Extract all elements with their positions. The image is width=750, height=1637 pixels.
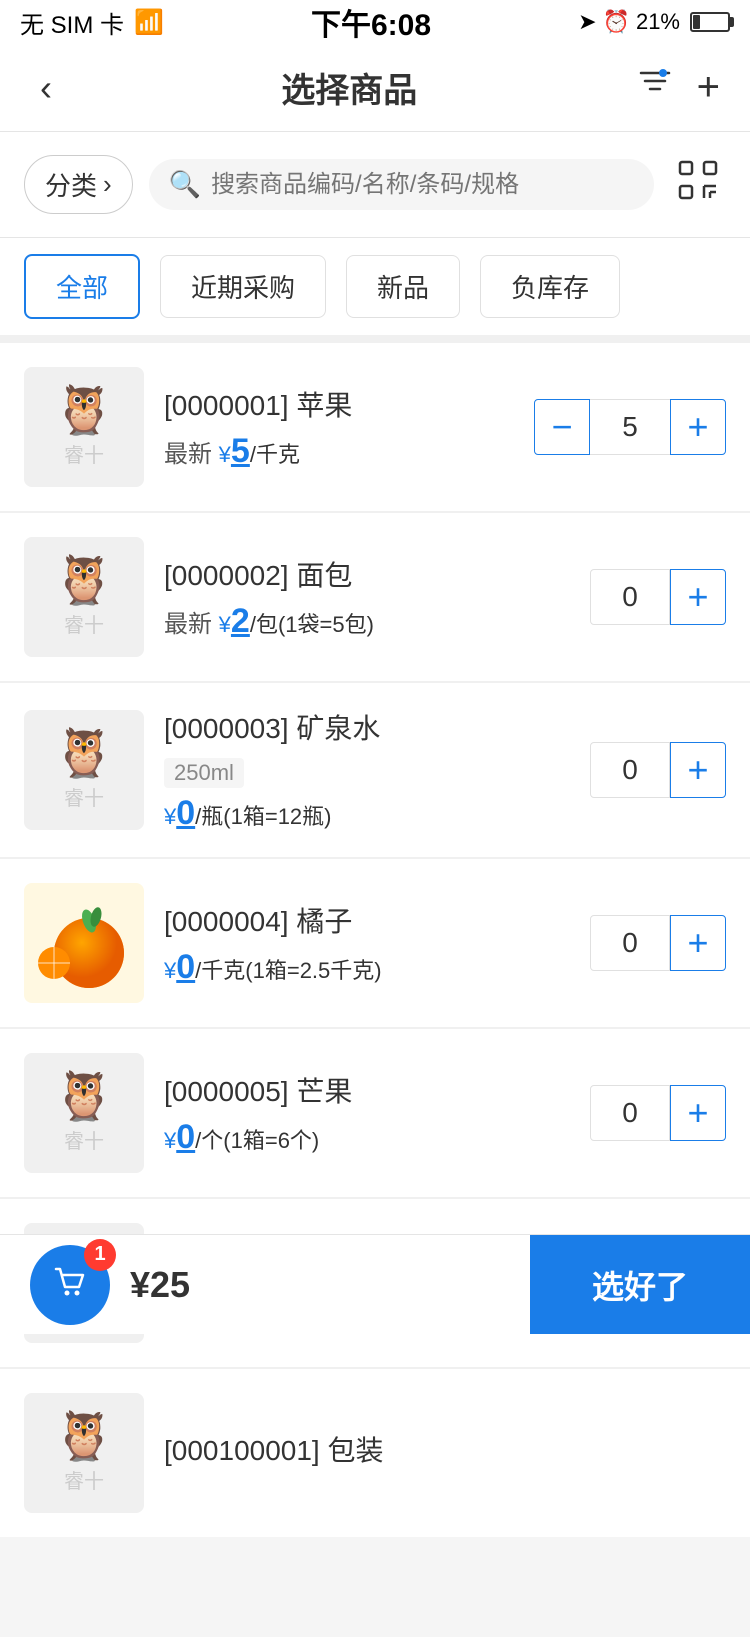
battery-icon: [690, 12, 730, 32]
list-item: 🦉 睿十 [0000001] 苹果 最新 ¥5/千克 − +: [0, 343, 750, 511]
search-input-wrap: 🔍: [149, 159, 654, 210]
status-left: 无 SIM 卡 📶: [20, 5, 164, 40]
quantity-control: 0 +: [590, 1085, 726, 1141]
quantity-display: 0: [590, 742, 670, 798]
product-name: [0000005] 芒果: [164, 1070, 570, 1110]
search-bar: 分类 › 🔍: [0, 132, 750, 238]
product-image: 🦉 睿十: [24, 710, 144, 830]
owl-icon: 🦉: [54, 1073, 114, 1121]
product-price: 最新 ¥5/千克: [164, 432, 514, 471]
cart-badge: 1: [84, 1239, 116, 1271]
product-name: [0000004] 橘子: [164, 900, 570, 940]
placeholder-logo: 🦉 睿十: [54, 730, 114, 811]
list-item: [0000004] 橘子 ¥0/千克(1箱=2.5千克) 0 +: [0, 859, 750, 1027]
owl-icon: 🦉: [54, 387, 114, 435]
product-info: [0000005] 芒果 ¥0/个(1箱=6个): [164, 1070, 570, 1157]
quantity-display: 0: [590, 1085, 670, 1141]
status-time: 下午6:08: [311, 0, 431, 44]
product-info: [0000004] 橘子 ¥0/千克(1箱=2.5千克): [164, 900, 570, 987]
owl-icon: 🦉: [54, 1413, 114, 1461]
quantity-control: 0 +: [590, 915, 726, 971]
owl-text: 睿十: [64, 609, 104, 638]
alarm-icon: ⏰: [603, 9, 630, 35]
owl-icon: 🦉: [54, 730, 114, 778]
product-name: [0000001] 苹果: [164, 384, 514, 424]
owl-text: 睿十: [64, 1125, 104, 1154]
quantity-minus-button[interactable]: −: [534, 399, 590, 455]
back-button[interactable]: ‹: [30, 57, 62, 119]
product-list: 🦉 睿十 [0000001] 苹果 最新 ¥5/千克 − + 🦉 睿十 [000…: [0, 343, 750, 1537]
status-right: ➤ ⏰ 21%: [578, 9, 730, 35]
quantity-control: 0 +: [590, 742, 726, 798]
quantity-control: 0 +: [590, 569, 726, 625]
tab-bar: 全部 近期采购 新品 负库存: [0, 238, 750, 343]
owl-text: 睿十: [64, 782, 104, 811]
quantity-plus-button[interactable]: +: [670, 915, 726, 971]
battery-text: 21%: [636, 9, 680, 35]
tab-recent[interactable]: 近期采购: [160, 255, 326, 318]
quantity-display: 0: [590, 915, 670, 971]
placeholder-logo: 🦉 睿十: [54, 557, 114, 638]
product-price: ¥0/千克(1箱=2.5千克): [164, 948, 570, 987]
carrier-text: 无 SIM 卡: [20, 5, 124, 40]
quantity-display: 0: [590, 569, 670, 625]
status-bar: 无 SIM 卡 📶 下午6:08 ➤ ⏰ 21%: [0, 0, 750, 44]
product-price: ¥0/个(1箱=6个): [164, 1118, 570, 1157]
confirm-button[interactable]: 选好了: [530, 1235, 750, 1334]
product-price: ¥0/瓶(1箱=12瓶): [164, 794, 570, 833]
page-title: 选择商品: [281, 63, 417, 112]
category-chevron: ›: [103, 169, 112, 200]
nav-bar: ‹ 选择商品 +: [0, 44, 750, 132]
tab-new[interactable]: 新品: [346, 255, 460, 318]
search-icon: 🔍: [169, 169, 201, 200]
quantity-plus-button[interactable]: +: [670, 1085, 726, 1141]
product-info: [000100001] 包装: [164, 1429, 726, 1477]
product-info: [0000001] 苹果 最新 ¥5/千克: [164, 384, 514, 471]
product-info: [0000002] 面包 最新 ¥2/包(1袋=5包): [164, 554, 570, 641]
quantity-plus-button[interactable]: +: [670, 742, 726, 798]
cart-total: ¥25: [130, 1264, 190, 1306]
owl-text: 睿十: [64, 439, 104, 468]
product-image: 🦉 睿十: [24, 1393, 144, 1513]
product-name: [0000002] 面包: [164, 554, 570, 594]
product-name: [0000003] 矿泉水: [164, 707, 570, 747]
category-label: 分类: [45, 166, 97, 203]
fruit-image: [34, 893, 134, 993]
search-input[interactable]: [211, 171, 634, 199]
wifi-icon: 📶: [134, 8, 164, 37]
scan-button[interactable]: [670, 152, 726, 217]
list-item: 🦉 睿十 [0000005] 芒果 ¥0/个(1箱=6个) 0 +: [0, 1029, 750, 1197]
quantity-control: − +: [534, 399, 726, 455]
product-image: 🦉 睿十: [24, 537, 144, 657]
quantity-plus-button[interactable]: +: [670, 569, 726, 625]
bottom-bar: 1 ¥25 选好了: [0, 1234, 750, 1334]
tab-all[interactable]: 全部: [24, 254, 140, 319]
location-icon: ➤: [578, 9, 596, 35]
quantity-input[interactable]: [590, 399, 670, 455]
tab-negative[interactable]: 负库存: [480, 255, 620, 318]
owl-icon: 🦉: [54, 557, 114, 605]
placeholder-logo: 🦉 睿十: [54, 387, 114, 468]
cart-icon: [50, 1261, 90, 1308]
product-price: 最新 ¥2/包(1袋=5包): [164, 602, 570, 641]
product-info: [0000003] 矿泉水 250ml ¥0/瓶(1箱=12瓶): [164, 707, 570, 833]
add-icon[interactable]: +: [697, 65, 720, 110]
product-image: [24, 883, 144, 1003]
product-name: [000100001] 包装: [164, 1429, 726, 1469]
list-item: 🦉 睿十 [0000003] 矿泉水 250ml ¥0/瓶(1箱=12瓶) 0 …: [0, 683, 750, 857]
product-image: 🦉 睿十: [24, 1053, 144, 1173]
placeholder-logo: 🦉 睿十: [54, 1413, 114, 1494]
list-item: 🦉 睿十 [000100001] 包装: [0, 1369, 750, 1537]
quantity-plus-button[interactable]: +: [670, 399, 726, 455]
product-spec: 250ml: [164, 758, 244, 788]
product-image: 🦉 睿十: [24, 367, 144, 487]
category-button[interactable]: 分类 ›: [24, 155, 133, 214]
list-item: 🦉 睿十 [0000002] 面包 最新 ¥2/包(1袋=5包) 0 +: [0, 513, 750, 681]
placeholder-logo: 🦉 睿十: [54, 1073, 114, 1154]
nav-actions: +: [637, 65, 720, 111]
cart-section: 1 ¥25: [0, 1245, 530, 1325]
owl-text: 睿十: [64, 1465, 104, 1494]
cart-button[interactable]: 1: [30, 1245, 110, 1325]
filter-icon[interactable]: [637, 65, 673, 111]
